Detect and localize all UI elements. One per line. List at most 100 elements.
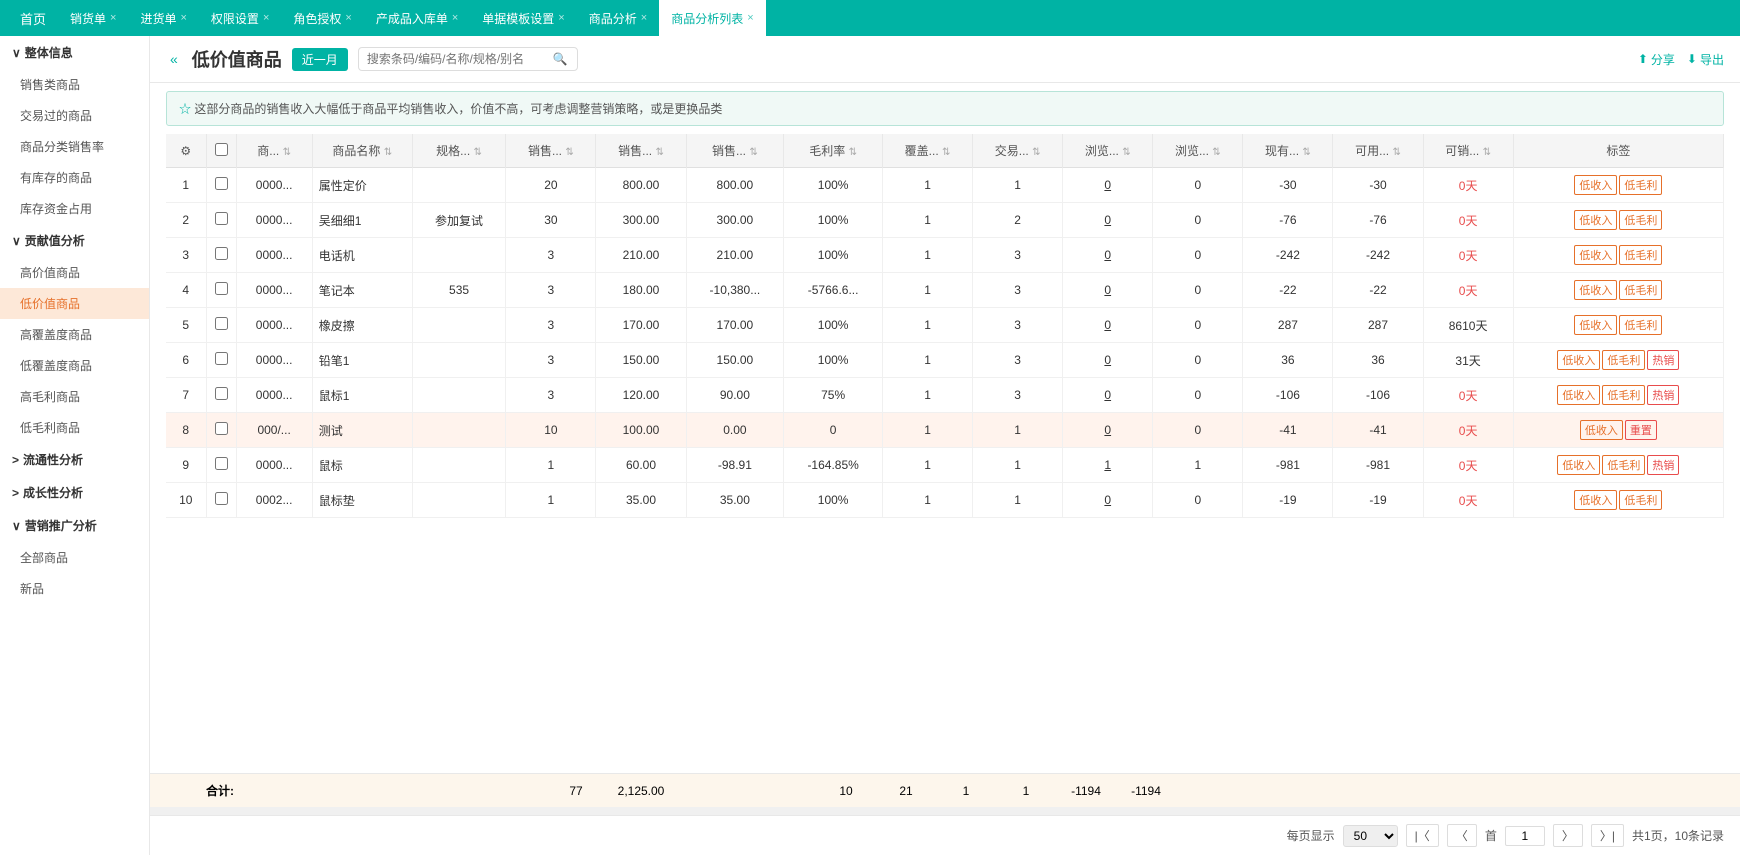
nav-template[interactable]: 单据模板设置 ×	[470, 0, 576, 36]
row-checkbox[interactable]	[206, 308, 236, 343]
browse-link[interactable]: 1	[1104, 458, 1111, 472]
search-icon[interactable]: 🔍	[553, 52, 568, 66]
prev-page-button[interactable]: 〈	[1447, 824, 1477, 847]
row-select-checkbox[interactable]	[215, 387, 228, 400]
nav-product-analysis-list[interactable]: 商品分析列表 ×	[659, 0, 765, 36]
row-select-checkbox[interactable]	[215, 282, 228, 295]
sidebar-item-high-value[interactable]: 高价值商品	[0, 257, 149, 288]
browse-link[interactable]: 0	[1104, 213, 1111, 227]
share-button[interactable]: ⬆ 分享	[1638, 51, 1675, 68]
col-sales-qty[interactable]: 销售... ⇅	[506, 134, 596, 168]
row-checkbox[interactable]	[206, 273, 236, 308]
close-icon[interactable]: ×	[641, 12, 647, 24]
sidebar-item-high-coverage[interactable]: 高覆盖度商品	[0, 319, 149, 350]
col-current[interactable]: 现有... ⇅	[1243, 134, 1333, 168]
row-checkbox[interactable]	[206, 413, 236, 448]
next-page-button[interactable]: 〉	[1553, 824, 1583, 847]
select-all-checkbox[interactable]	[215, 143, 228, 156]
browse-link[interactable]: 0	[1104, 353, 1111, 367]
product-name[interactable]: 铅笔1	[312, 343, 412, 378]
sidebar-item-category-sales-rate[interactable]: 商品分类销售率	[0, 131, 149, 162]
product-name[interactable]: 笔记本	[312, 273, 412, 308]
browse-link[interactable]: 0	[1104, 318, 1111, 332]
sidebar-item-all-products[interactable]: 全部商品	[0, 542, 149, 573]
col-trades[interactable]: 交易... ⇅	[973, 134, 1063, 168]
col-coverage[interactable]: 覆盖... ⇅	[883, 134, 973, 168]
row-checkbox[interactable]	[206, 168, 236, 203]
page-size-select[interactable]: 50 100 200	[1343, 825, 1398, 847]
row-checkbox[interactable]	[206, 203, 236, 238]
nav-product-in[interactable]: 产成品入库单 ×	[364, 0, 470, 36]
sidebar-item-low-margin[interactable]: 低毛利商品	[0, 412, 149, 443]
browse-link[interactable]: 0	[1104, 423, 1111, 437]
row-select-checkbox[interactable]	[215, 422, 228, 435]
row-checkbox[interactable]	[206, 238, 236, 273]
col-checkbox[interactable]	[206, 134, 236, 168]
product-name[interactable]: 鼠标	[312, 448, 412, 483]
table-area[interactable]: ⚙ 商... ⇅ 商品名称 ⇅ 规格... ⇅ 销售... ⇅ 销售... ⇅ …	[150, 134, 1740, 773]
sidebar-group-growth[interactable]: > 成长性分析	[0, 476, 149, 509]
col-name[interactable]: 商品名称 ⇅	[312, 134, 412, 168]
product-name[interactable]: 测试	[312, 413, 412, 448]
col-settings[interactable]: ⚙	[166, 134, 206, 168]
col-usable[interactable]: 可用... ⇅	[1333, 134, 1423, 168]
browse1[interactable]: 0	[1063, 413, 1153, 448]
browse1[interactable]: 0	[1063, 308, 1153, 343]
product-name[interactable]: 吴细细1	[312, 203, 412, 238]
col-saleable[interactable]: 可销... ⇅	[1423, 134, 1513, 168]
sidebar-item-traded-products[interactable]: 交易过的商品	[0, 100, 149, 131]
row-select-checkbox[interactable]	[215, 247, 228, 260]
close-icon[interactable]: ×	[452, 12, 458, 24]
sidebar-item-sales-products[interactable]: 销售类商品	[0, 69, 149, 100]
browse1[interactable]: 0	[1063, 378, 1153, 413]
nav-purchase[interactable]: 进货单 ×	[128, 0, 198, 36]
sidebar-collapse-button[interactable]: «	[166, 51, 182, 67]
nav-product-analysis[interactable]: 商品分析 ×	[577, 0, 659, 36]
sidebar-item-low-value[interactable]: 低价值商品	[0, 288, 149, 319]
product-name[interactable]: 属性定价	[312, 168, 412, 203]
browse1[interactable]: 0	[1063, 273, 1153, 308]
filter-recent-month-button[interactable]: 近一月	[292, 48, 348, 71]
horizontal-scrollbar[interactable]	[150, 807, 1740, 815]
row-select-checkbox[interactable]	[215, 317, 228, 330]
close-icon[interactable]: ×	[110, 12, 116, 24]
sidebar-item-high-margin[interactable]: 高毛利商品	[0, 381, 149, 412]
sidebar-item-inventory-capital[interactable]: 库存资金占用	[0, 193, 149, 224]
row-checkbox[interactable]	[206, 378, 236, 413]
nav-role[interactable]: 角色授权 ×	[281, 0, 363, 36]
browse-link[interactable]: 0	[1104, 283, 1111, 297]
browse-link[interactable]: 0	[1104, 178, 1111, 192]
last-page-button[interactable]: 〉|	[1591, 824, 1624, 847]
close-icon[interactable]: ×	[263, 12, 269, 24]
col-spec[interactable]: 规格... ⇅	[412, 134, 506, 168]
row-select-checkbox[interactable]	[215, 177, 228, 190]
row-select-checkbox[interactable]	[215, 457, 228, 470]
browse-link[interactable]: 0	[1104, 248, 1111, 262]
page-input[interactable]	[1505, 826, 1545, 846]
search-input[interactable]	[367, 52, 547, 66]
browse1[interactable]: 0	[1063, 203, 1153, 238]
col-browse1[interactable]: 浏览... ⇅	[1063, 134, 1153, 168]
sidebar-item-stocked-products[interactable]: 有库存的商品	[0, 162, 149, 193]
col-gross-rate[interactable]: 毛利率 ⇅	[784, 134, 883, 168]
sidebar-group-contribution[interactable]: ∨ 贡献值分析	[0, 224, 149, 257]
sidebar-item-low-coverage[interactable]: 低覆盖度商品	[0, 350, 149, 381]
row-checkbox[interactable]	[206, 343, 236, 378]
browse-link[interactable]: 0	[1104, 493, 1111, 507]
first-page-button[interactable]: |〈	[1406, 824, 1439, 847]
col-code[interactable]: 商... ⇅	[236, 134, 312, 168]
col-browse2[interactable]: 浏览... ⇅	[1153, 134, 1243, 168]
product-name[interactable]: 鼠标1	[312, 378, 412, 413]
close-icon[interactable]: ×	[747, 12, 753, 24]
row-select-checkbox[interactable]	[215, 352, 228, 365]
row-checkbox[interactable]	[206, 483, 236, 518]
nav-sales[interactable]: 销货单 ×	[58, 0, 128, 36]
browse1[interactable]: 0	[1063, 238, 1153, 273]
row-select-checkbox[interactable]	[215, 212, 228, 225]
product-name[interactable]: 电话机	[312, 238, 412, 273]
sidebar-item-new-products[interactable]: 新品	[0, 573, 149, 604]
product-name[interactable]: 橡皮擦	[312, 308, 412, 343]
export-button[interactable]: ⬇ 导出	[1687, 51, 1724, 68]
browse1[interactable]: 0	[1063, 168, 1153, 203]
row-checkbox[interactable]	[206, 448, 236, 483]
